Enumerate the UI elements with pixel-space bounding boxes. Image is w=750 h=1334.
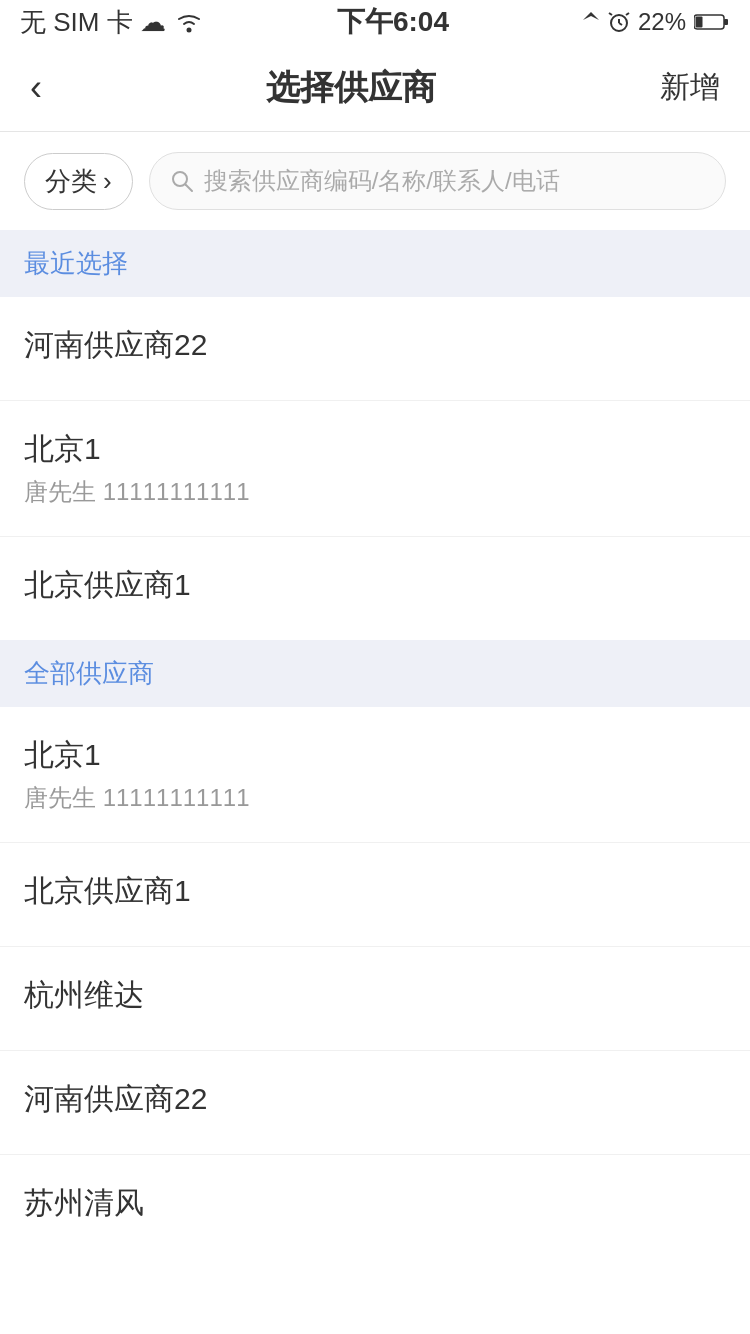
- search-placeholder: 搜索供应商编码/名称/联系人/电话: [204, 165, 560, 197]
- alarm-icon: [608, 11, 630, 33]
- item-name: 河南供应商22: [24, 1079, 726, 1120]
- item-sub: 唐先生 11111111111: [24, 782, 726, 814]
- recent-list: 河南供应商22 北京1 唐先生 11111111111 北京供应商1: [0, 297, 750, 640]
- list-item[interactable]: 杭州维达: [0, 947, 750, 1051]
- all-section-header: 全部供应商: [0, 640, 750, 707]
- wifi-icon: [174, 11, 204, 33]
- item-name: 北京供应商1: [24, 871, 726, 912]
- status-time: 下午6:04: [337, 3, 449, 41]
- back-button[interactable]: ‹: [30, 67, 42, 109]
- nav-bar: ‹ 选择供应商 新增: [0, 44, 750, 132]
- filter-bar: 分类 › 搜索供应商编码/名称/联系人/电话: [0, 132, 750, 230]
- recent-section-header: 最近选择: [0, 230, 750, 297]
- category-button[interactable]: 分类 ›: [24, 153, 133, 210]
- status-bar: 无 SIM 卡 ☁ 下午6:04 22%: [0, 0, 750, 44]
- item-name: 北京1: [24, 735, 726, 776]
- add-button[interactable]: 新增: [660, 67, 720, 108]
- svg-line-4: [609, 13, 612, 15]
- svg-rect-7: [724, 19, 728, 25]
- battery-percent: 22%: [638, 8, 686, 36]
- svg-point-0: [186, 28, 191, 33]
- no-sim-label: 无 SIM 卡 ☁: [20, 5, 166, 40]
- location-icon: [582, 11, 600, 33]
- svg-rect-8: [696, 17, 703, 28]
- list-item[interactable]: 北京1 唐先生 11111111111: [0, 707, 750, 843]
- svg-line-10: [185, 185, 192, 192]
- item-name: 北京1: [24, 429, 726, 470]
- item-name: 河南供应商22: [24, 325, 726, 366]
- status-right: 22%: [582, 8, 730, 36]
- status-left: 无 SIM 卡 ☁: [20, 5, 204, 40]
- list-item[interactable]: 苏州清风: [0, 1155, 750, 1258]
- search-icon: [170, 169, 194, 193]
- item-name: 杭州维达: [24, 975, 726, 1016]
- svg-line-3: [619, 23, 622, 25]
- item-sub: 唐先生 11111111111: [24, 476, 726, 508]
- all-list: 北京1 唐先生 11111111111 北京供应商1 杭州维达 河南供应商22 …: [0, 707, 750, 1258]
- svg-line-5: [626, 13, 629, 15]
- item-name: 北京供应商1: [24, 565, 726, 606]
- list-item[interactable]: 北京供应商1: [0, 537, 750, 640]
- list-item[interactable]: 北京1 唐先生 11111111111: [0, 401, 750, 537]
- list-item[interactable]: 河南供应商22: [0, 1051, 750, 1155]
- page-title: 选择供应商: [266, 65, 436, 111]
- item-name: 苏州清风: [24, 1183, 726, 1224]
- battery-icon: [694, 13, 730, 31]
- list-item[interactable]: 北京供应商1: [0, 843, 750, 947]
- list-item[interactable]: 河南供应商22: [0, 297, 750, 401]
- chevron-right-icon: ›: [103, 166, 112, 197]
- search-box[interactable]: 搜索供应商编码/名称/联系人/电话: [149, 152, 726, 210]
- category-label: 分类: [45, 164, 97, 199]
